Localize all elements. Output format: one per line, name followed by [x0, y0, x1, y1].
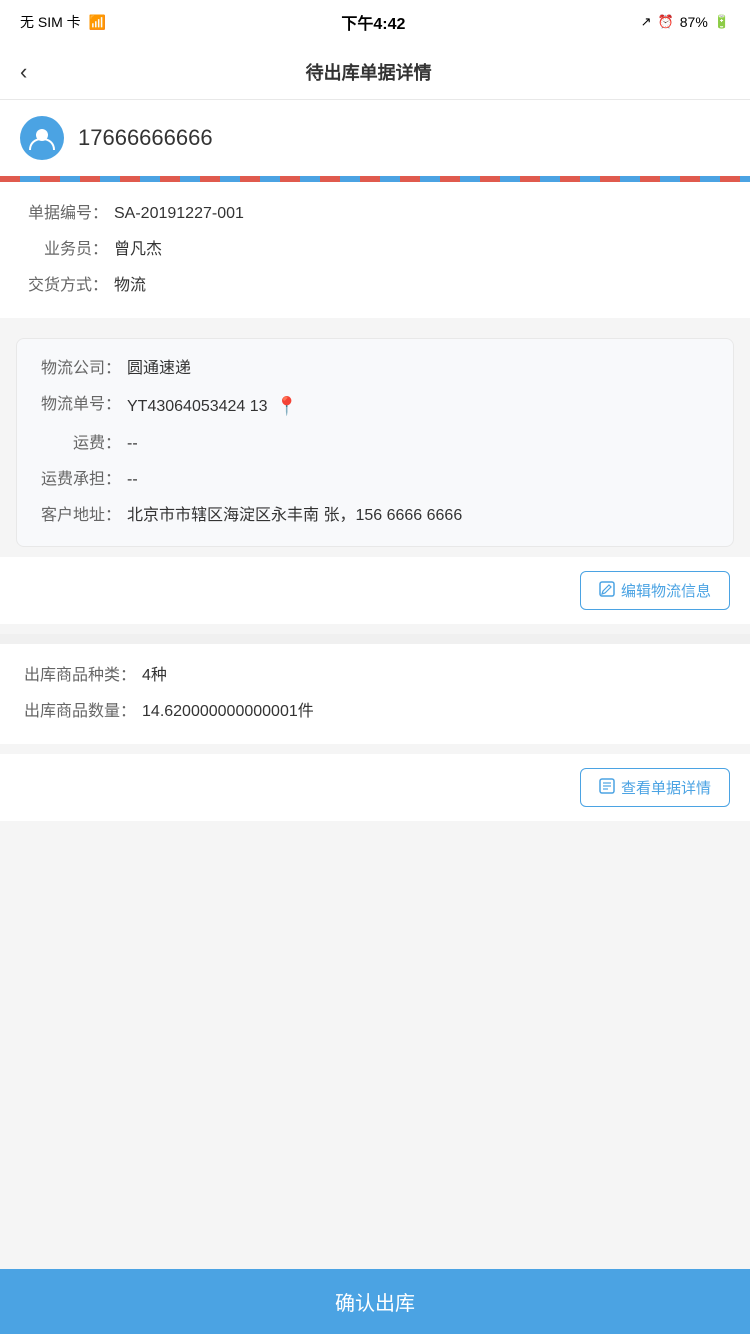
order-no-value: SA-20191227-001: [114, 202, 726, 226]
freight-bear-value: --: [127, 468, 713, 492]
status-right: ↗ ⏰ 87% 🔋: [641, 14, 730, 30]
no-sim-text: 无 SIM 卡: [20, 12, 81, 32]
tracking-label: 物流单号：: [37, 393, 127, 417]
back-button[interactable]: ‹: [20, 59, 27, 85]
view-detail-label: 查看单据详情: [621, 777, 711, 798]
freight-label: 运费：: [37, 432, 127, 456]
battery-text: 87%: [680, 14, 708, 30]
logistics-company-value: 圆通速递: [127, 357, 713, 381]
edit-logistics-button[interactable]: 编辑物流信息: [580, 571, 730, 610]
empty-space: [0, 831, 750, 1264]
bottom-bar: 确认出库: [0, 1269, 750, 1334]
address-label: 客户地址：: [37, 504, 127, 528]
tracking-number: YT43064053424 13: [127, 395, 268, 419]
freight-value: --: [127, 432, 713, 456]
salesman-value: 曾凡杰: [114, 238, 726, 262]
section-divider: [0, 634, 750, 644]
goods-section: 出库商品种类： 4种 出库商品数量： 14.620000000000001件: [0, 644, 750, 744]
tracking-value: YT43064053424 13 📍: [127, 393, 713, 420]
status-time: 下午4:42: [341, 10, 405, 34]
status-bar: 无 SIM 卡 📶 下午4:42 ↗ ⏰ 87% 🔋: [0, 0, 750, 44]
edit-button-row: 编辑物流信息: [0, 557, 750, 624]
delivery-row: 交货方式： 物流: [24, 274, 726, 298]
freight-row: 运费： --: [37, 432, 713, 456]
order-no-label: 单据编号：: [24, 202, 114, 226]
page-title: 待出库单据详情: [47, 59, 690, 85]
goods-quantity-row: 出库商品数量： 14.620000000000001件: [24, 700, 726, 724]
edit-logistics-label: 编辑物流信息: [621, 580, 711, 601]
goods-quantity-label: 出库商品数量：: [24, 700, 142, 724]
nav-bar: ‹ 待出库单据详情: [0, 44, 750, 100]
address-row: 客户地址： 北京市市辖区海淀区永丰南 张，156 6666 6666: [37, 504, 713, 528]
freight-bear-row: 运费承担： --: [37, 468, 713, 492]
page-wrapper: 无 SIM 卡 📶 下午4:42 ↗ ⏰ 87% 🔋 ‹ 待出库单据详情 176…: [0, 0, 750, 1334]
alarm-icon: ⏰: [658, 14, 674, 30]
logistics-company-label: 物流公司：: [37, 357, 127, 381]
delivery-value: 物流: [114, 274, 726, 298]
user-avatar: [20, 116, 64, 160]
goods-quantity-value: 14.620000000000001件: [142, 700, 726, 724]
wifi-icon: 📶: [89, 14, 106, 31]
confirm-button[interactable]: 确认出库: [20, 1287, 730, 1316]
delivery-label: 交货方式：: [24, 274, 114, 298]
salesman-row: 业务员： 曾凡杰: [24, 238, 726, 262]
edit-icon: [599, 581, 615, 601]
user-phone: 17666666666: [78, 125, 213, 151]
user-header: 17666666666: [0, 100, 750, 176]
order-info-section: 单据编号： SA-20191227-001 业务员： 曾凡杰 交货方式： 物流: [0, 182, 750, 318]
logistics-card: 物流公司： 圆通速递 物流单号： YT43064053424 13 📍 运费： …: [16, 338, 734, 547]
tracking-row: 物流单号： YT43064053424 13 📍: [37, 393, 713, 420]
goods-types-value: 4种: [142, 664, 726, 688]
logistics-company-row: 物流公司： 圆通速递: [37, 357, 713, 381]
address-value: 北京市市辖区海淀区永丰南 张，156 6666 6666: [127, 504, 713, 528]
goods-types-row: 出库商品种类： 4种: [24, 664, 726, 688]
detail-button-row: 查看单据详情: [0, 754, 750, 821]
status-left: 无 SIM 卡 📶: [20, 12, 106, 32]
order-no-row: 单据编号： SA-20191227-001: [24, 202, 726, 226]
salesman-label: 业务员：: [24, 238, 114, 262]
location-icon[interactable]: 📍: [276, 393, 298, 420]
battery-icon: 🔋: [714, 14, 730, 30]
detail-icon: [599, 778, 615, 798]
goods-types-label: 出库商品种类：: [24, 664, 142, 688]
freight-bear-label: 运费承担：: [37, 468, 127, 492]
direction-icon: ↗: [641, 14, 652, 30]
view-detail-button[interactable]: 查看单据详情: [580, 768, 730, 807]
